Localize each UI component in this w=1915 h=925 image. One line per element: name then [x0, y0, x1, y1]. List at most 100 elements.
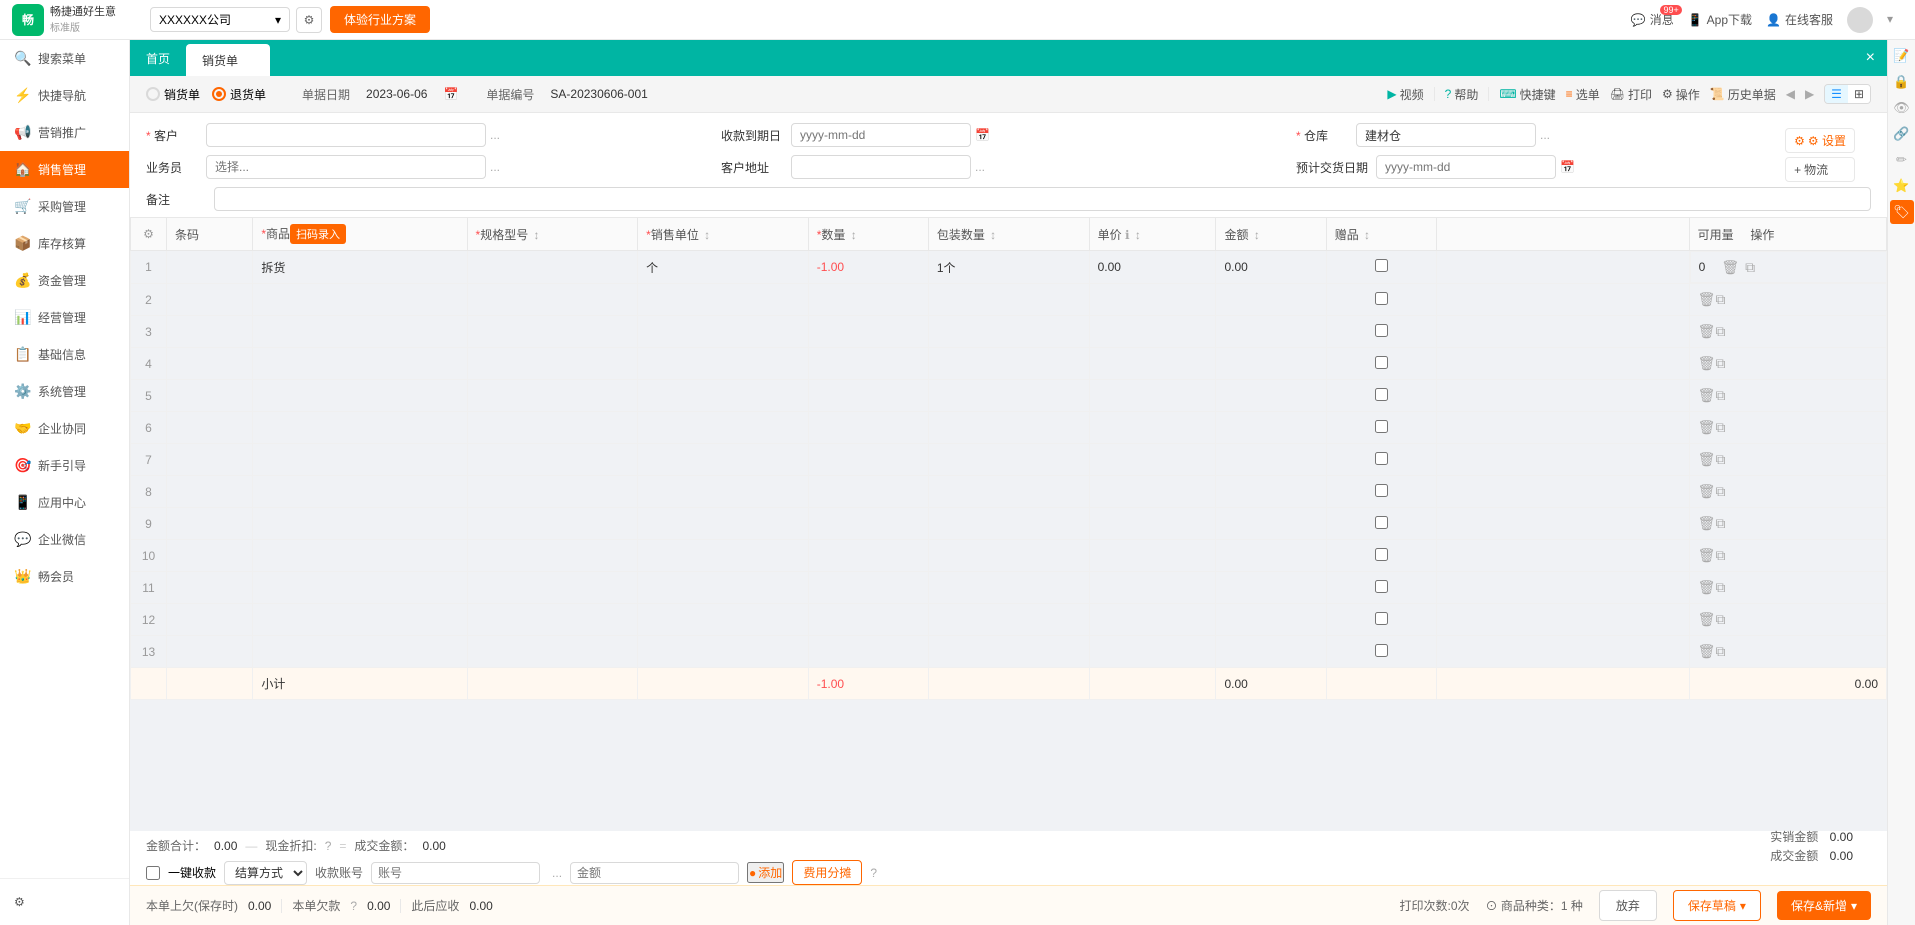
draft-button[interactable]: 保存草稿 ▾ [1673, 890, 1761, 921]
account-dots[interactable]: ... [552, 866, 562, 880]
copy-icon[interactable]: ⧉ [1715, 355, 1725, 371]
delete-icon[interactable]: 🗑 [1698, 387, 1716, 403]
sidebar-item-quick[interactable]: ⚡ 快捷导航 [0, 77, 129, 114]
calendar-icon[interactable]: 📅 [443, 87, 458, 101]
sidebar-item-member[interactable]: 👑 畅会员 [0, 558, 129, 595]
tab-current[interactable]: 销货单 × [186, 44, 270, 76]
sidebar-item-search[interactable]: 🔍 搜索菜单 [0, 40, 129, 77]
warehouse-dots[interactable]: ... [1540, 128, 1550, 142]
radio-return[interactable]: 退货单 [212, 86, 266, 103]
company-settings-button[interactable]: ⚙ [296, 7, 322, 33]
delete-icon[interactable]: 🗑 [1698, 611, 1716, 627]
sidebar-item-guide[interactable]: 🎯 新手引导 [0, 447, 129, 484]
nav-prev[interactable]: ◀ [1786, 87, 1795, 101]
quick-pay-checkbox[interactable] [146, 866, 160, 880]
customer-dots[interactable]: ... [490, 128, 500, 142]
delete-icon[interactable]: 🗑 [1698, 547, 1716, 563]
warehouse-input[interactable] [1356, 123, 1536, 147]
radio-sales[interactable]: 销货单 [146, 86, 200, 103]
spec-sort-icon[interactable]: ↕ [534, 228, 540, 242]
copy-icon[interactable]: ⧉ [1715, 643, 1725, 659]
delete-icon[interactable]: 🗑 [1698, 451, 1716, 467]
salesperson-dots[interactable]: ... [490, 160, 500, 174]
delete-icon[interactable]: 🗑 [1698, 355, 1716, 371]
rs-icon-2[interactable]: 🔒 [1890, 70, 1914, 94]
barcode-1[interactable] [167, 251, 253, 284]
spec-1[interactable] [467, 251, 638, 284]
copy-icon[interactable]: ⧉ [1715, 611, 1725, 627]
sidebar-settings-button[interactable]: ⚙ [0, 887, 129, 917]
rs-icon-3[interactable]: 👁 [1890, 96, 1914, 120]
toolbar-operation[interactable]: ⚙ 操作 [1662, 86, 1700, 103]
sidebar-item-wechat[interactable]: 💬 企业微信 [0, 521, 129, 558]
delete-icon[interactable]: 🗑 [1698, 643, 1716, 659]
view-list-btn[interactable]: ☰ [1825, 85, 1848, 103]
rs-icon-7[interactable]: 🏷 [1890, 200, 1914, 224]
app-download-button[interactable]: 📱 App下载 [1688, 11, 1752, 28]
delete-icon[interactable]: 🗑 [1698, 515, 1716, 531]
scan-btn[interactable]: 扫码录入 [290, 224, 346, 244]
unit-sort-icon[interactable]: ↕ [704, 228, 710, 242]
delete-icon-1[interactable]: 🗑 [1721, 259, 1739, 276]
remark-input[interactable] [214, 187, 1871, 211]
copy-icon-1[interactable]: ⧉ [1745, 259, 1755, 276]
add-payment-button[interactable]: ● 添加 [747, 862, 784, 883]
toolbar-help[interactable]: ? 帮助 [1445, 86, 1479, 103]
unit-1[interactable]: 个 [638, 251, 809, 284]
tab-close-icon[interactable]: × [246, 52, 254, 68]
sidebar-item-capital[interactable]: 💰 资金管理 [0, 262, 129, 299]
due-date-calendar-icon[interactable]: 📅 [975, 128, 990, 142]
user-avatar[interactable] [1847, 7, 1873, 33]
sidebar-item-marketing[interactable]: 📢 营销推广 [0, 114, 129, 151]
service-button[interactable]: 👤 在线客服 [1766, 11, 1833, 28]
copy-icon[interactable]: ⧉ [1715, 547, 1725, 563]
sidebar-item-base[interactable]: 📋 基础信息 [0, 336, 129, 373]
copy-icon[interactable]: ⧉ [1715, 291, 1725, 307]
toolbar-video[interactable]: ▶ 视频 [1387, 86, 1423, 103]
amount-input[interactable] [570, 862, 739, 884]
sidebar-item-collab[interactable]: 🤝 企业协同 [0, 410, 129, 447]
nav-next[interactable]: ▶ [1805, 87, 1814, 101]
rs-icon-6[interactable]: ⭐ [1890, 174, 1914, 198]
expected-calendar-icon[interactable]: 📅 [1560, 160, 1575, 174]
settings-button[interactable]: ⚙ ⚙ 设置 [1785, 128, 1855, 153]
sidebar-item-app[interactable]: 📱 应用中心 [0, 484, 129, 521]
delete-icon[interactable]: 🗑 [1698, 419, 1716, 435]
qty-sort-icon[interactable]: ↕ [851, 228, 857, 242]
sidebar-item-purchase[interactable]: 🛒 采购管理 [0, 188, 129, 225]
copy-icon[interactable]: ⧉ [1715, 323, 1725, 339]
copy-icon[interactable]: ⧉ [1715, 451, 1725, 467]
copy-icon[interactable]: ⧉ [1715, 419, 1725, 435]
gift-sort-icon[interactable]: ↕ [1364, 228, 1370, 242]
customer-input[interactable] [206, 123, 486, 147]
account-input[interactable] [371, 862, 540, 884]
expected-date-input[interactable] [1376, 155, 1556, 179]
price-sort-icon[interactable]: ↕ [1135, 228, 1141, 242]
debt-help-icon[interactable]: ? [350, 899, 357, 913]
gift-checkbox-1[interactable] [1375, 259, 1388, 272]
toolbar-history[interactable]: 📜 历史单据 [1710, 86, 1776, 103]
message-button[interactable]: 💬 消息 99+ [1631, 11, 1674, 28]
user-dropdown[interactable]: ▾ [1887, 12, 1903, 28]
tab-home[interactable]: 首页 [130, 40, 186, 76]
amount-sort-icon[interactable]: ↕ [1254, 228, 1260, 242]
gift-1[interactable] [1326, 251, 1436, 284]
pack-qty-1[interactable]: 1个 [928, 251, 1089, 284]
expense-split-button[interactable]: 费用分摊 [792, 860, 862, 885]
qty-1[interactable]: -1.00 [808, 251, 928, 284]
amount-1[interactable]: 0.00 [1216, 251, 1326, 284]
salesperson-input[interactable] [206, 155, 486, 179]
price-1[interactable]: 0.00 [1089, 251, 1216, 284]
rs-icon-4[interactable]: 🔗 [1890, 122, 1914, 146]
sidebar-item-system[interactable]: ⚙️ 系统管理 [0, 373, 129, 410]
abandon-button[interactable]: 放弃 [1599, 890, 1657, 921]
delete-icon[interactable]: 🗑 [1698, 483, 1716, 499]
rs-icon-1[interactable]: 📝 [1890, 44, 1914, 68]
delete-icon[interactable]: 🗑 [1698, 323, 1716, 339]
pack-sort-icon[interactable]: ↕ [990, 228, 996, 242]
toolbar-print[interactable]: 🖨 打印 [1610, 86, 1652, 103]
view-grid-btn[interactable]: ⊞ [1848, 85, 1870, 103]
logistics-button[interactable]: + 物流 [1785, 157, 1855, 182]
delete-icon[interactable]: 🗑 [1698, 579, 1716, 595]
rs-icon-5[interactable]: ✏ [1890, 148, 1914, 172]
